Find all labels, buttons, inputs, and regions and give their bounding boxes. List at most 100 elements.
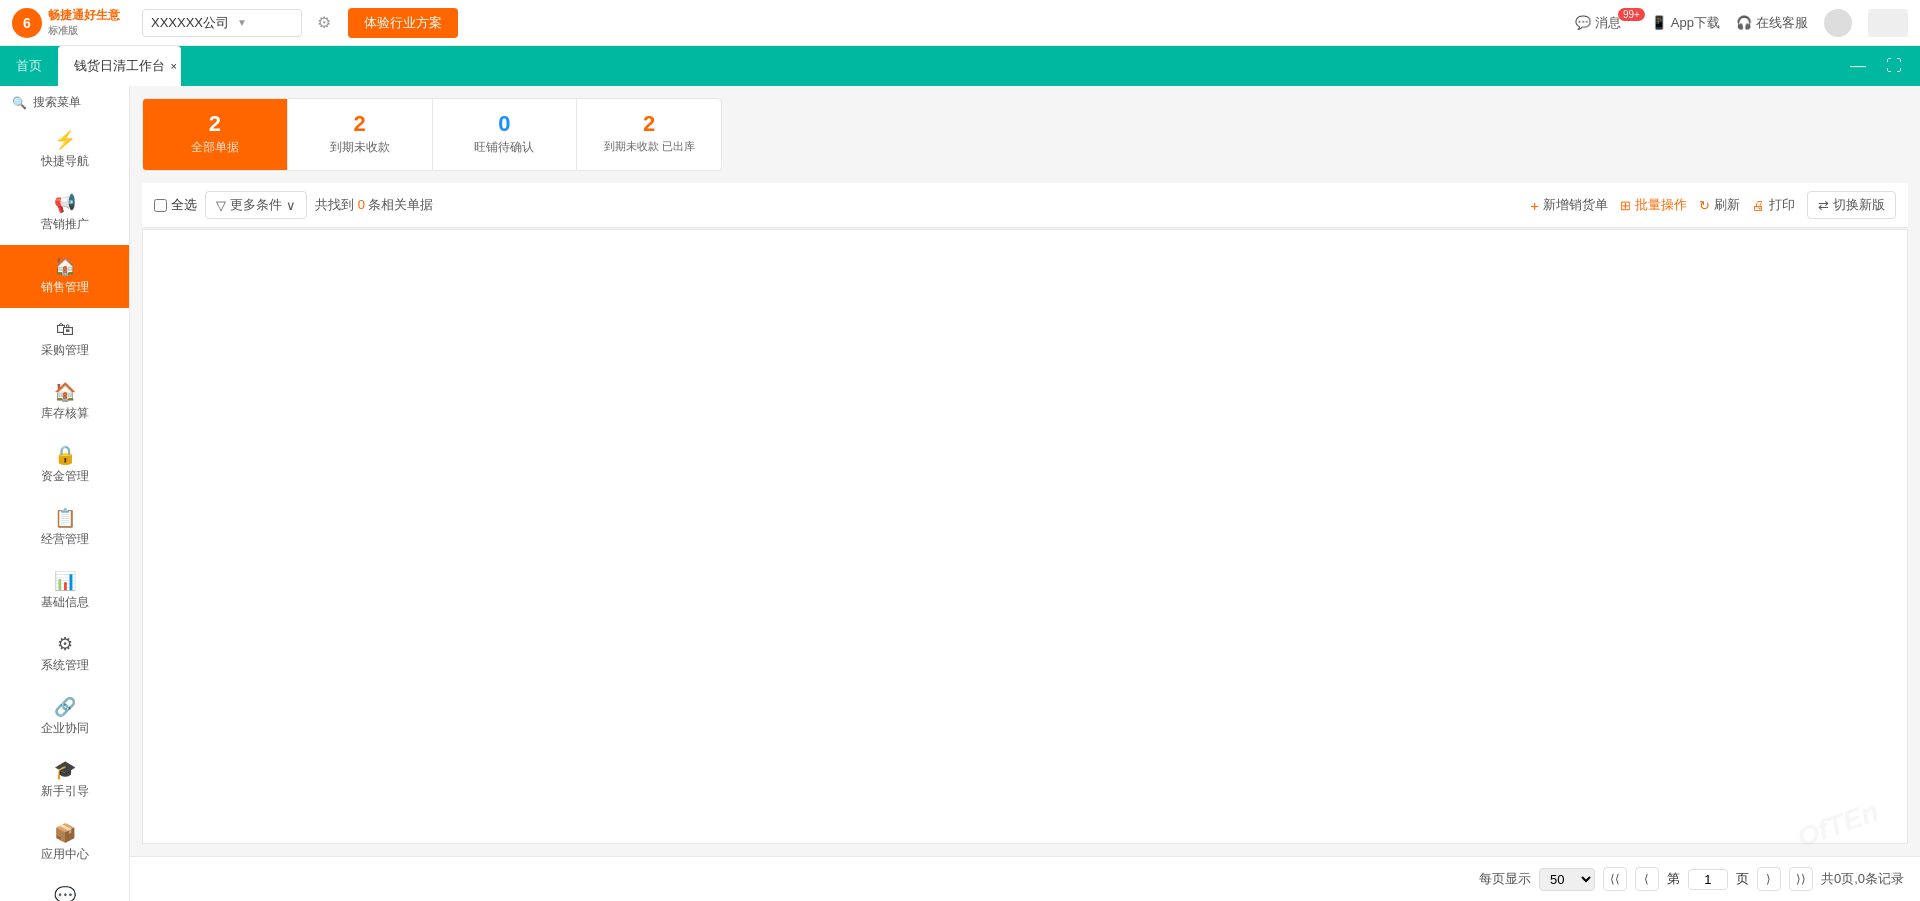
toolbar: 全选 ▽ 更多条件 ∨ 共找到 0 条相关单据 + 新增销货单 ⊞ 批 bbox=[142, 183, 1908, 228]
avatar-extra[interactable] bbox=[1868, 9, 1908, 37]
found-num: 0 bbox=[358, 197, 365, 212]
quick-nav-icon: ⚡ bbox=[54, 131, 76, 149]
stat-label-overdue: 到期未收款 bbox=[308, 139, 412, 156]
per-page-select[interactable]: 50 100 200 bbox=[1539, 868, 1595, 891]
operation-icon: 📋 bbox=[54, 509, 76, 527]
page-total: 共0页,0条记录 bbox=[1821, 870, 1904, 888]
plus-icon: + bbox=[1530, 197, 1539, 214]
prev-page-btn[interactable]: ⟨ bbox=[1635, 867, 1659, 891]
logo-icon: 6 bbox=[12, 8, 42, 38]
first-page-btn[interactable]: ⟨⟨ bbox=[1603, 867, 1627, 891]
stat-label-all: 全部单据 bbox=[163, 139, 267, 156]
select-all-label[interactable]: 全选 bbox=[154, 196, 197, 214]
sidebar-item-app-center[interactable]: 📦 应用中心 bbox=[0, 812, 129, 875]
sidebar-item-basic-info[interactable]: 📊 基础信息 bbox=[0, 560, 129, 623]
purchase-icon: 🛍 bbox=[56, 320, 74, 338]
sidebar-item-inventory[interactable]: 🏠 库存核算 bbox=[0, 371, 129, 434]
print-icon: 🖨 bbox=[1752, 198, 1765, 213]
per-page-label: 每页显示 bbox=[1479, 870, 1531, 888]
page-input[interactable]: 1 bbox=[1688, 869, 1728, 890]
switch-version-btn[interactable]: ⇄ 切换新版 bbox=[1807, 191, 1896, 219]
last-page-btn[interactable]: ⟩⟩ bbox=[1789, 867, 1813, 891]
sidebar-search[interactable]: 🔍 搜索菜单 bbox=[0, 86, 129, 119]
main-layout: 🔍 搜索菜单 ⚡ 快捷导航 📢 营销推广 🏠 销售管理 🛍 采购管理 🏠 库存核… bbox=[0, 86, 1920, 901]
stat-card-out-stock[interactable]: 2 到期未收款 已出库 bbox=[577, 99, 721, 170]
online-service-btn[interactable]: 🎧 在线客服 bbox=[1736, 14, 1808, 32]
download-icon: 📱 bbox=[1651, 15, 1667, 30]
app-download-btn[interactable]: 📱 App下载 bbox=[1651, 14, 1720, 32]
next-page-btn[interactable]: ⟩ bbox=[1757, 867, 1781, 891]
sidebar-item-sales[interactable]: 🏠 销售管理 bbox=[0, 245, 129, 308]
enterprise-icon: 🔗 bbox=[54, 698, 76, 716]
stat-cards: 2 全部单据 2 到期未收款 0 旺铺待确认 2 到期未收款 已出库 bbox=[142, 98, 722, 171]
window-minimize-btn[interactable]: — bbox=[1844, 52, 1872, 80]
stat-card-pending[interactable]: 0 旺铺待确认 bbox=[433, 99, 578, 170]
content-area: 2 全部单据 2 到期未收款 0 旺铺待确认 2 到期未收款 已出库 bbox=[130, 86, 1920, 901]
finance-icon: 🔒 bbox=[54, 446, 76, 464]
print-btn[interactable]: 🖨 打印 bbox=[1752, 196, 1795, 214]
stat-num-pending: 0 bbox=[453, 113, 557, 135]
company-selector[interactable]: XXXXXX公司 ▼ bbox=[142, 9, 302, 37]
sidebar-item-system[interactable]: ⚙ 系统管理 bbox=[0, 623, 129, 686]
sidebar-item-purchase[interactable]: 🛍 采购管理 bbox=[0, 308, 129, 371]
window-maximize-btn[interactable]: ⛶ bbox=[1880, 52, 1908, 80]
toolbar-right: + 新增销货单 ⊞ 批量操作 ↻ 刷新 🖨 打印 ⇄ 切换新版 bbox=[1530, 191, 1896, 219]
sidebar-item-quick-nav[interactable]: ⚡ 快捷导航 bbox=[0, 119, 129, 182]
filter-btn[interactable]: ▽ 更多条件 ∨ bbox=[205, 191, 307, 219]
tab-workbench[interactable]: 钱货日清工作台 × bbox=[58, 46, 181, 86]
wechat-icon: 💬 bbox=[54, 887, 76, 901]
stat-num-all: 2 bbox=[163, 113, 267, 135]
sidebar-item-marketing[interactable]: 📢 营销推广 bbox=[0, 182, 129, 245]
stat-label-out-stock: 到期未收款 已出库 bbox=[597, 139, 701, 154]
sidebar: 🔍 搜索菜单 ⚡ 快捷导航 📢 营销推广 🏠 销售管理 🛍 采购管理 🏠 库存核… bbox=[0, 86, 130, 901]
service-icon: 🎧 bbox=[1736, 15, 1752, 30]
logo-area: 6 畅捷通好生意 标准版 bbox=[12, 7, 142, 38]
tab-close-btn[interactable]: × bbox=[171, 60, 177, 72]
stat-num-overdue: 2 bbox=[308, 113, 412, 135]
refresh-btn[interactable]: ↻ 刷新 bbox=[1699, 196, 1740, 214]
settings-icon[interactable]: ⚙ bbox=[310, 9, 338, 37]
sidebar-item-wechat[interactable]: 💬 企业微信 bbox=[0, 875, 129, 901]
stat-num-out-stock: 2 bbox=[597, 113, 701, 135]
select-all-checkbox[interactable] bbox=[154, 199, 167, 212]
newbie-icon: 🎓 bbox=[54, 761, 76, 779]
content-inner: 2 全部单据 2 到期未收款 0 旺铺待确认 2 到期未收款 已出库 bbox=[130, 86, 1920, 856]
header-right: 💬 消息 99+ 📱 App下载 🎧 在线客服 bbox=[1575, 9, 1908, 37]
table-wrapper bbox=[142, 229, 1908, 844]
filter-icon: ▽ bbox=[216, 198, 226, 213]
pagination: 每页显示 50 100 200 ⟨⟨ ⟨ 第 1 页 ⟩ ⟩⟩ 共0页,0条记录 bbox=[130, 856, 1920, 901]
logo-text: 畅捷通好生意 标准版 bbox=[48, 7, 120, 38]
nav-right-buttons: — ⛶ bbox=[1844, 52, 1920, 80]
stat-card-all[interactable]: 2 全部单据 bbox=[143, 99, 288, 170]
sidebar-item-enterprise[interactable]: 🔗 企业协同 bbox=[0, 686, 129, 749]
sidebar-item-finance[interactable]: 🔒 资金管理 bbox=[0, 434, 129, 497]
messages-btn[interactable]: 💬 消息 99+ bbox=[1575, 14, 1635, 32]
nav-tabs: 首页 钱货日清工作台 × — ⛶ bbox=[0, 46, 1920, 86]
refresh-icon: ↻ bbox=[1699, 198, 1710, 213]
header: 6 畅捷通好生意 标准版 XXXXXX公司 ▼ ⚙ 体验行业方案 💬 消息 99… bbox=[0, 0, 1920, 46]
company-dropdown-icon: ▼ bbox=[237, 17, 247, 28]
basic-info-icon: 📊 bbox=[54, 572, 76, 590]
stat-card-overdue[interactable]: 2 到期未收款 bbox=[288, 99, 433, 170]
found-text: 共找到 0 条相关单据 bbox=[315, 196, 433, 214]
industry-btn[interactable]: 体验行业方案 bbox=[348, 8, 458, 38]
sidebar-item-operation[interactable]: 📋 经营管理 bbox=[0, 497, 129, 560]
empty-area bbox=[143, 230, 1907, 580]
add-sales-btn[interactable]: + 新增销货单 bbox=[1530, 196, 1608, 214]
sidebar-item-newbie[interactable]: 🎓 新手引导 bbox=[0, 749, 129, 812]
stat-label-pending: 旺铺待确认 bbox=[453, 139, 557, 156]
message-badge: 99+ bbox=[1618, 8, 1645, 21]
marketing-icon: 📢 bbox=[54, 194, 76, 212]
inventory-icon: 🏠 bbox=[54, 383, 76, 401]
search-icon: 🔍 bbox=[12, 96, 27, 110]
chevron-down-icon: ∨ bbox=[286, 198, 296, 213]
switch-icon: ⇄ bbox=[1818, 198, 1829, 213]
toolbar-left: 全选 ▽ 更多条件 ∨ 共找到 0 条相关单据 bbox=[154, 191, 1522, 219]
system-icon: ⚙ bbox=[57, 635, 73, 653]
tab-home[interactable]: 首页 bbox=[0, 46, 58, 86]
batch-btn[interactable]: ⊞ 批量操作 bbox=[1620, 196, 1687, 214]
sales-icon: 🏠 bbox=[54, 257, 76, 275]
avatar[interactable] bbox=[1824, 9, 1852, 37]
app-center-icon: 📦 bbox=[54, 824, 76, 842]
message-icon: 💬 bbox=[1575, 15, 1591, 30]
